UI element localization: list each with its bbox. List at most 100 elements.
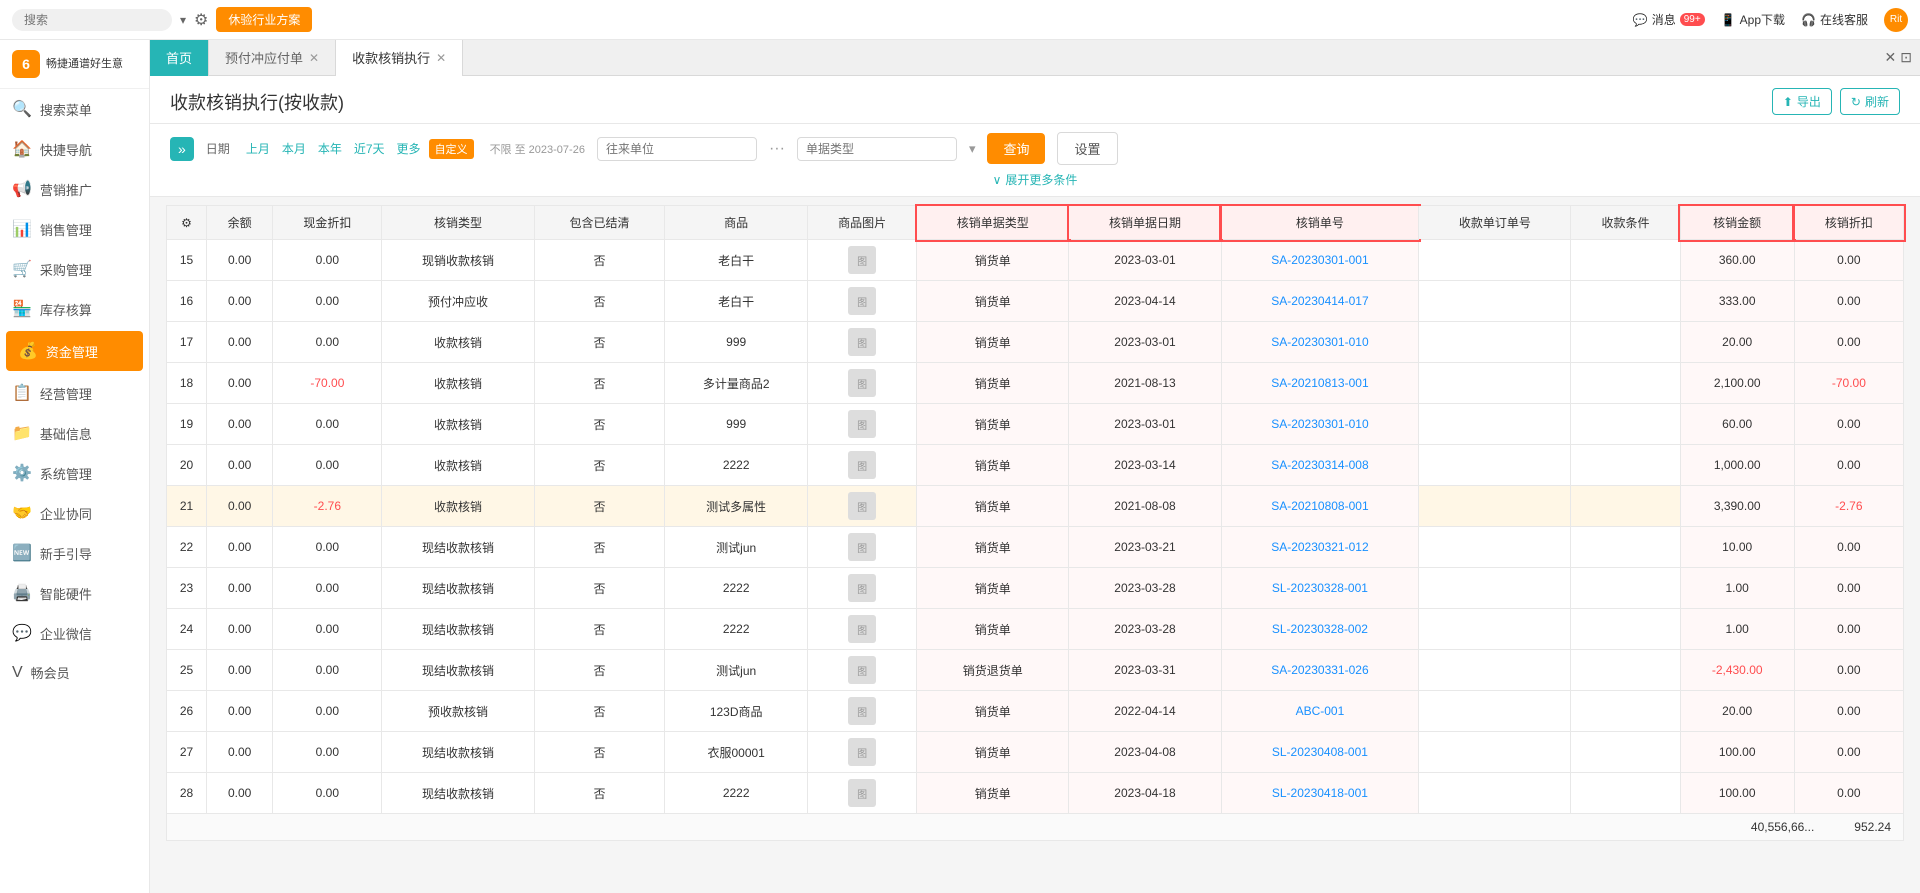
cancel-bill-no-cell[interactable]: SA-20230414-017 [1221,281,1419,322]
app-icon: 📱 [1721,13,1736,27]
cancel-bill-no-cell[interactable]: SL-20230418-001 [1221,773,1419,814]
tab-prepay[interactable]: 预付冲应付单 ✕ [209,40,336,76]
tab-home[interactable]: 首页 [150,40,209,76]
date-this-month[interactable]: 本月 [278,138,310,159]
cancel-type-cell: 收款核销 [382,445,534,486]
col-cancel-bill-type: 核销单据类型 [917,206,1069,240]
bill-no-link[interactable]: SA-20230321-012 [1271,540,1368,554]
include-settled-cell: 否 [534,650,665,691]
sidebar-item-inventory[interactable]: 🏪 库存核算 [0,289,149,329]
industry-button[interactable]: 休验行业方案 [216,7,312,32]
refresh-button[interactable]: ↻ 刷新 [1840,88,1900,115]
receipt-condition-cell [1571,527,1680,568]
query-button[interactable]: 查询 [987,133,1045,164]
cancel-bill-no-cell[interactable]: SA-20230301-001 [1221,240,1419,281]
bill-no-link[interactable]: SA-20210813-001 [1271,376,1368,390]
sidebar-item-finance[interactable]: 💰 资金管理 [6,331,143,371]
bill-no-link[interactable]: SA-20210808-001 [1271,499,1368,513]
settings-button[interactable]: 设置 [1057,132,1117,165]
gear-icon[interactable]: ⚙ [194,10,208,30]
export-button[interactable]: ⬆ 导出 [1772,88,1832,115]
table-body: 15 0.00 0.00 现销收款核销 否 老白干 图 销货单 2023-03-… [167,240,1904,814]
tab-bar: 首页 预付冲应付单 ✕ 收款核销执行 ✕ ✕ ⊡ [150,40,1920,76]
date-custom[interactable]: 自定义 [429,139,474,159]
sidebar-item-operation[interactable]: 📋 经营管理 [0,373,149,413]
sidebar-item-enterprise[interactable]: 🤝 企业协同 [0,493,149,533]
maximize-window-icon[interactable]: ⊡ [1900,49,1912,66]
balance-cell: 0.00 [207,609,273,650]
tab-receipt-close[interactable]: ✕ [436,51,446,65]
bill-no-link[interactable]: SL-20230408-001 [1272,745,1368,759]
bill-no-link[interactable]: SA-20230314-008 [1271,458,1368,472]
receipt-type-select[interactable] [797,137,957,161]
sidebar-item-label: 资金管理 [46,342,98,361]
sidebar-item-label: 系统管理 [40,464,92,483]
sidebar-item-hardware[interactable]: 🖨️ 智能硬件 [0,573,149,613]
sidebar-item-purchase[interactable]: 🛒 采购管理 [0,249,149,289]
sidebar-item-label: 经营管理 [40,384,92,403]
cancel-bill-date-cell: 2023-03-21 [1069,527,1221,568]
cancel-bill-no-cell[interactable]: SL-20230328-002 [1221,609,1419,650]
sidebar-item-wechat[interactable]: 💬 企业微信 [0,613,149,653]
cash-discount-cell: 0.00 [273,445,382,486]
receipt-order-no-cell [1419,486,1571,527]
from-unit-input[interactable] [597,137,757,161]
cancel-bill-no-cell[interactable]: SA-20230301-010 [1221,404,1419,445]
tab-prepay-label: 预付冲应付单 [225,48,303,67]
date-this-year[interactable]: 本年 [314,138,346,159]
expand-conditions-button[interactable]: ∨ 展开更多条件 [993,171,1078,188]
cancel-bill-type-cell: 销货单 [917,691,1069,732]
cancel-bill-no-cell[interactable]: SA-20210808-001 [1221,486,1419,527]
cancel-bill-no-cell[interactable]: SA-20230331-026 [1221,650,1419,691]
cancel-bill-no-cell[interactable]: SA-20230314-008 [1221,445,1419,486]
tab-prepay-close[interactable]: ✕ [309,51,319,65]
sidebar-item-basic[interactable]: 📁 基础信息 [0,413,149,453]
bill-no-link[interactable]: ABC-001 [1296,704,1345,718]
date-more[interactable]: 更多 [393,138,425,159]
cancel-discount-cell: 0.00 [1794,445,1903,486]
bill-no-link[interactable]: SA-20230414-017 [1271,294,1368,308]
date-last-month[interactable]: 上月 [242,138,274,159]
filter-toggle-button[interactable]: » [170,137,194,161]
dropdown-icon[interactable]: ▾ [180,13,186,27]
bill-no-link[interactable]: SA-20230331-026 [1271,663,1368,677]
from-unit-dots[interactable]: ··· [769,140,785,158]
balance-cell: 0.00 [207,650,273,691]
goods-cell: 测试jun [665,527,808,568]
cancel-bill-no-cell[interactable]: SA-20230301-010 [1221,322,1419,363]
bill-no-link[interactable]: SL-20230328-001 [1272,581,1368,595]
col-gear[interactable]: ⚙ [167,206,207,240]
message-item[interactable]: 💬 消息 99+ [1633,11,1705,28]
user-item[interactable]: Rit [1884,8,1908,32]
sidebar-item-shortcut[interactable]: 🏠 快捷导航 [0,129,149,169]
tab-receipt[interactable]: 收款核销执行 ✕ [336,40,463,76]
bill-no-link[interactable]: SL-20230328-002 [1272,622,1368,636]
cancel-bill-no-cell[interactable]: ABC-001 [1221,691,1419,732]
select-dropdown-icon[interactable]: ▾ [969,141,976,157]
search-input[interactable] [12,9,172,31]
cancel-bill-type-cell: 销货单 [917,773,1069,814]
service-item[interactable]: 🎧 在线客服 [1801,11,1868,28]
cancel-discount-cell: -70.00 [1794,363,1903,404]
sidebar-item-sales[interactable]: 📊 销售管理 [0,209,149,249]
sidebar-item-marketing[interactable]: 📢 营销推广 [0,169,149,209]
cancel-type-cell: 现销收款核销 [382,240,534,281]
sidebar-item-search[interactable]: 🔍 搜索菜单 [0,89,149,129]
cancel-bill-no-cell[interactable]: SL-20230328-001 [1221,568,1419,609]
sidebar-item-system[interactable]: ⚙️ 系统管理 [0,453,149,493]
app-download-item[interactable]: 📱 App下载 [1721,11,1785,28]
date-7days[interactable]: 近7天 [350,138,389,159]
bill-no-link[interactable]: SL-20230418-001 [1272,786,1368,800]
cancel-bill-no-cell[interactable]: SL-20230408-001 [1221,732,1419,773]
cancel-bill-no-cell[interactable]: SA-20230321-012 [1221,527,1419,568]
sidebar-item-guide[interactable]: 🆕 新手引导 [0,533,149,573]
close-window-icon[interactable]: ✕ [1885,49,1897,66]
goods-cell: 老白干 [665,281,808,322]
bill-no-link[interactable]: SA-20230301-001 [1271,253,1368,267]
sidebar-item-member[interactable]: V 畅会员 [0,653,149,692]
include-settled-cell: 否 [534,568,665,609]
cancel-amount-cell: 100.00 [1680,773,1794,814]
bill-no-link[interactable]: SA-20230301-010 [1271,335,1368,349]
bill-no-link[interactable]: SA-20230301-010 [1271,417,1368,431]
cancel-bill-no-cell[interactable]: SA-20210813-001 [1221,363,1419,404]
